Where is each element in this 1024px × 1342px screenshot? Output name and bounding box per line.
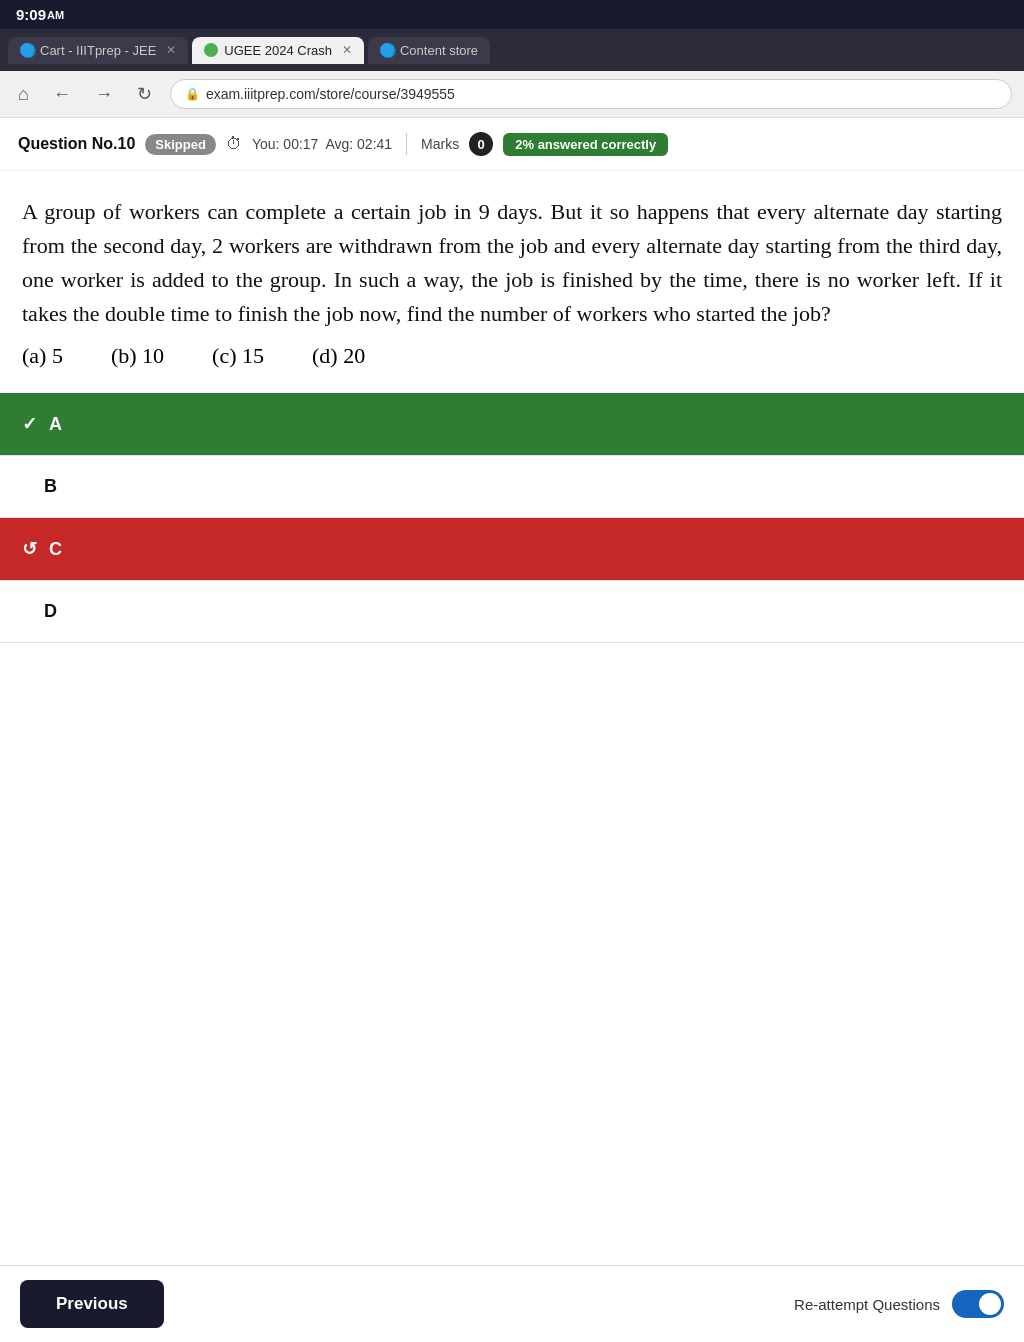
option-c-inline: (c) 15 — [212, 343, 264, 369]
lock-icon: 🔒 — [185, 87, 200, 101]
tab-1-icon: 🌐 — [20, 43, 34, 57]
option-d-icon — [22, 601, 32, 622]
tab-2-close[interactable]: ✕ — [342, 43, 352, 57]
answer-option-a[interactable]: ✓ A — [0, 393, 1024, 456]
option-a-letter: A — [49, 414, 62, 435]
answer-option-b[interactable]: B — [0, 456, 1024, 518]
tab-3-icon: 🌐 — [380, 43, 394, 57]
toggle-knob — [979, 1293, 1001, 1315]
answer-options: ✓ A B ↺ C D — [0, 393, 1024, 643]
option-b-icon — [22, 476, 32, 497]
time-avg: 02:41 — [357, 136, 392, 152]
marks-label: Marks — [421, 136, 459, 152]
question-header: Question No.10 Skipped ⏱ You: 00:17 Avg:… — [0, 118, 1024, 171]
question-number: Question No.10 — [18, 135, 135, 153]
tab-2-label: UGEE 2024 Crash — [224, 43, 332, 58]
time-you: 00:17 — [283, 136, 318, 152]
tab-3-label: Content store — [400, 43, 478, 58]
previous-button[interactable]: Previous — [20, 1280, 164, 1328]
browser-tab-3[interactable]: 🌐 Content store — [368, 37, 490, 64]
answer-option-d[interactable]: D — [0, 581, 1024, 643]
browser-tab-2[interactable]: UGEE 2024 Crash ✕ — [192, 37, 364, 64]
option-a-check-icon: ✓ — [22, 413, 37, 435]
option-c-retry-icon: ↺ — [22, 538, 37, 560]
option-a-inline: (a) 5 — [22, 343, 63, 369]
time-info: You: 00:17 Avg: 02:41 — [252, 136, 392, 152]
question-area: Question No.10 Skipped ⏱ You: 00:17 Avg:… — [0, 118, 1024, 643]
url-bar[interactable]: 🔒 exam.iiitprep.com/store/course/3949555 — [170, 79, 1012, 109]
answer-option-c[interactable]: ↺ C — [0, 518, 1024, 581]
browser-tab-1[interactable]: 🌐 Cart - IIITprep - JEE ✕ — [8, 37, 188, 64]
footer: Previous Re-attempt Questions — [0, 1265, 1024, 1342]
status-time: 9:09 — [16, 6, 46, 23]
question-text: A group of workers can complete a certai… — [22, 195, 1002, 331]
home-button[interactable]: ⌂ — [12, 82, 35, 107]
option-d-inline: (d) 20 — [312, 343, 365, 369]
refresh-button[interactable]: ↻ — [131, 81, 158, 107]
address-bar: ⌂ ← → ↻ 🔒 exam.iiitprep.com/store/course… — [0, 71, 1024, 118]
tab-1-label: Cart - IIITprep - JEE — [40, 43, 156, 58]
option-d-letter: D — [44, 601, 57, 622]
status-period: AM — [47, 9, 64, 21]
status-bar: 9:09 AM — [0, 0, 1024, 29]
tab-1-close[interactable]: ✕ — [166, 43, 176, 57]
reattempt-toggle[interactable] — [952, 1290, 1004, 1318]
forward-button[interactable]: → — [89, 82, 119, 107]
reattempt-label: Re-attempt Questions — [794, 1296, 940, 1313]
option-b-letter: B — [44, 476, 57, 497]
back-button[interactable]: ← — [47, 82, 77, 107]
skipped-badge: Skipped — [145, 134, 216, 155]
divider — [406, 133, 407, 155]
timer-icon: ⏱ — [226, 135, 242, 153]
option-b-inline: (b) 10 — [111, 343, 164, 369]
marks-value: 0 — [469, 132, 493, 156]
reattempt-area: Re-attempt Questions — [794, 1290, 1004, 1318]
options-inline: (a) 5 (b) 10 (c) 15 (d) 20 — [22, 343, 1002, 369]
question-body: A group of workers can complete a certai… — [0, 171, 1024, 385]
option-c-letter: C — [49, 539, 62, 560]
browser-tab-bar: 🌐 Cart - IIITprep - JEE ✕ UGEE 2024 Cras… — [0, 29, 1024, 71]
url-text: exam.iiitprep.com/store/course/3949555 — [206, 86, 455, 102]
correct-badge: 2% answered correctly — [503, 133, 668, 156]
tab-2-icon — [204, 43, 218, 57]
